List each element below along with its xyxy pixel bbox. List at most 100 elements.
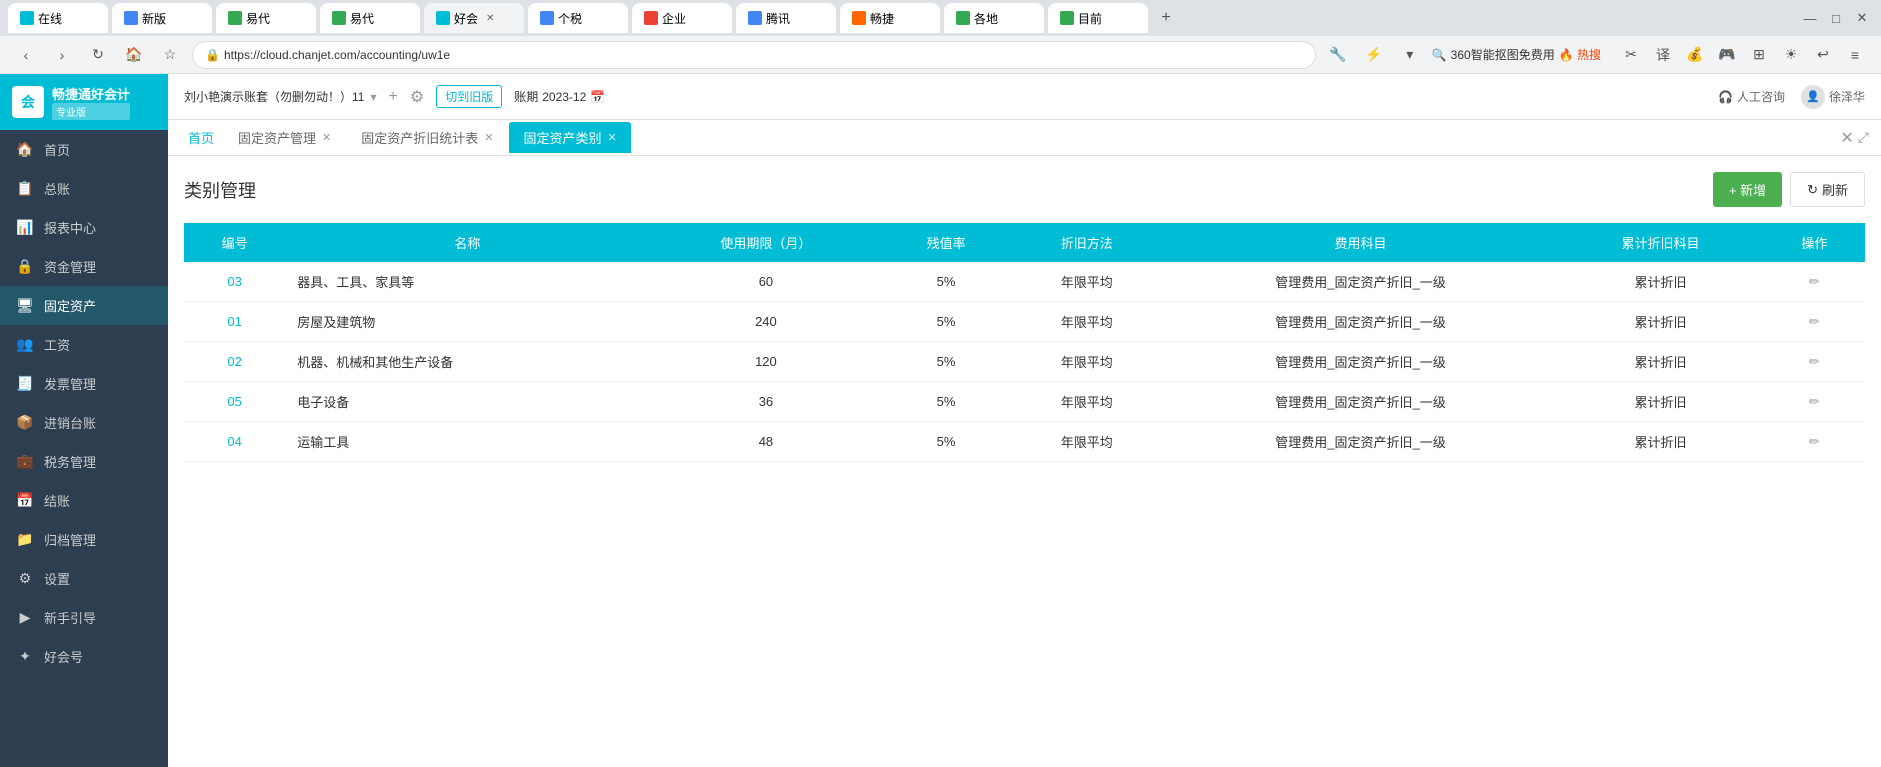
- table-container: 编号 名称 使用期限（月） 残值率 折旧方法 费用科目 累计折旧科目 操作: [184, 223, 1865, 462]
- cell-period-1: 240: [650, 302, 883, 342]
- tab-home-link[interactable]: 首页: [180, 122, 222, 153]
- sidebar-item-guide[interactable]: ▶ 新手引导: [0, 598, 168, 637]
- tab-fixed-assets-management[interactable]: 固定资产管理 ✕: [224, 122, 345, 153]
- menu-button[interactable]: ≡: [1841, 41, 1869, 69]
- refresh-button[interactable]: ↻ 刷新: [1790, 172, 1865, 207]
- user-avatar: 👤: [1801, 85, 1825, 109]
- calendar-icon[interactable]: 📅: [590, 90, 605, 104]
- sidebar-item-tax[interactable]: 💼 税务管理: [0, 442, 168, 481]
- dropdown-button[interactable]: ▾: [1396, 41, 1424, 69]
- sidebar-item-reports[interactable]: 📊 报表中心: [0, 208, 168, 247]
- cell-action-4[interactable]: ✏: [1764, 422, 1865, 462]
- cell-name-0: 器具、工具、家具等: [285, 262, 649, 302]
- wallet-icon[interactable]: 💰: [1681, 41, 1709, 69]
- tab-depreciation-table[interactable]: 固定资产折旧统计表 ✕: [347, 122, 507, 153]
- forward-button[interactable]: ›: [48, 41, 76, 69]
- sidebar-item-funds[interactable]: 🔒 资金管理: [0, 247, 168, 286]
- settings-gear-icon[interactable]: ⚙: [410, 87, 424, 107]
- sidebar-item-purchase[interactable]: 📦 进销台账: [0, 403, 168, 442]
- switch-version-button[interactable]: 切到旧版: [436, 85, 502, 108]
- lightning-button[interactable]: ⚡: [1360, 41, 1388, 69]
- sun-icon[interactable]: ☀: [1777, 41, 1805, 69]
- add-button[interactable]: + 新增: [1713, 172, 1782, 207]
- edit-icon-1[interactable]: ✏: [1809, 314, 1820, 329]
- dropdown-arrow[interactable]: ▾: [370, 90, 376, 104]
- close-button[interactable]: ✕: [1851, 7, 1873, 29]
- tab-yidai2[interactable]: 易代: [320, 3, 420, 33]
- tab-zaixin[interactable]: 在线: [8, 3, 108, 33]
- bookmark-button[interactable]: ☆: [156, 41, 184, 69]
- cell-action-1[interactable]: ✏: [1764, 302, 1865, 342]
- undo-icon[interactable]: ↩: [1809, 41, 1837, 69]
- invoice-icon: 🧾: [16, 375, 34, 393]
- sidebar-item-settings-label: 设置: [44, 569, 70, 588]
- edit-icon-3[interactable]: ✏: [1809, 394, 1820, 409]
- tab-muqian[interactable]: 目前: [1048, 3, 1148, 33]
- refresh-nav-button[interactable]: ↻: [84, 41, 112, 69]
- tab-label-tengxun: 腾讯: [766, 10, 790, 27]
- tab-haohui[interactable]: 好会 ✕: [424, 3, 524, 33]
- tab-depreciation-label: 固定资产折旧统计表: [361, 128, 478, 147]
- cell-residual-4: 5%: [882, 422, 1010, 462]
- sidebar-item-payroll[interactable]: 👥 工资: [0, 325, 168, 364]
- period-info: 账期 2023-12 📅: [514, 88, 605, 105]
- tab-qiye[interactable]: 企业: [632, 3, 732, 33]
- edit-icon-0[interactable]: ✏: [1809, 274, 1820, 289]
- cell-action-3[interactable]: ✏: [1764, 382, 1865, 422]
- edit-icon-4[interactable]: ✏: [1809, 434, 1820, 449]
- sidebar-item-payroll-label: 工资: [44, 335, 70, 354]
- game-icon[interactable]: 🎮: [1713, 41, 1741, 69]
- home-button[interactable]: 🏠: [120, 41, 148, 69]
- tab-geshui[interactable]: 个税: [528, 3, 628, 33]
- cell-action-2[interactable]: ✏: [1764, 342, 1865, 382]
- edit-icon-2[interactable]: ✏: [1809, 354, 1820, 369]
- tab-close-haohui[interactable]: ✕: [486, 13, 494, 24]
- col-header-period: 使用期限（月）: [650, 223, 883, 262]
- sidebar-item-fixed-assets[interactable]: 🖥 固定资产: [0, 286, 168, 325]
- refresh-label: 刷新: [1822, 180, 1848, 199]
- extensions-button[interactable]: 🔧: [1324, 41, 1352, 69]
- cell-name-2: 机器、机械和其他生产设备: [285, 342, 649, 382]
- sidebar-item-invoice[interactable]: 🧾 发票管理: [0, 364, 168, 403]
- search-label: 360智能抠图免费用: [1451, 46, 1555, 63]
- grid-icon[interactable]: ⊞: [1745, 41, 1773, 69]
- sidebar-item-archive[interactable]: 📁 归档管理: [0, 520, 168, 559]
- tab-label-yidai1: 易代: [246, 10, 270, 27]
- sidebar-item-home[interactable]: 🏠 首页: [0, 130, 168, 169]
- tab-xinban[interactable]: 新版: [112, 3, 212, 33]
- user-profile[interactable]: 👤 徐泽华: [1801, 85, 1865, 109]
- support-button[interactable]: 🎧 人工咨询: [1718, 88, 1785, 105]
- user-account-label: 刘小艳演示账套（勿删勿动！）11: [184, 88, 364, 105]
- cell-acc-dep-3: 累计折旧: [1557, 382, 1763, 422]
- close-inner-window[interactable]: ✕: [1840, 128, 1853, 148]
- tab-yidai1[interactable]: 易代: [216, 3, 316, 33]
- sidebar-item-guide-label: 新手引导: [44, 608, 96, 627]
- cell-action-0[interactable]: ✏: [1764, 262, 1865, 302]
- url-bar[interactable]: 🔒 https://cloud.chanjet.com/accounting/u…: [192, 41, 1316, 69]
- search-area[interactable]: 🔍 360智能抠图免费用 🔥 热搜: [1432, 46, 1601, 63]
- back-button[interactable]: ‹: [12, 41, 40, 69]
- tab-gedi[interactable]: 各地: [944, 3, 1044, 33]
- tab-close-depreciation[interactable]: ✕: [484, 131, 493, 144]
- tab-tengxun[interactable]: 腾讯: [736, 3, 836, 33]
- sidebar-item-haohuhao[interactable]: ✦ 好会号: [0, 637, 168, 676]
- minimize-button[interactable]: —: [1799, 7, 1821, 29]
- cell-code-0: 03: [184, 262, 285, 302]
- tab-label-changjie: 畅捷: [870, 10, 894, 27]
- sidebar-item-closing[interactable]: 📅 结账: [0, 481, 168, 520]
- expand-inner-window[interactable]: ⤢: [1858, 129, 1869, 146]
- scissors-icon[interactable]: ✂: [1617, 41, 1645, 69]
- sidebar-item-settings[interactable]: ⚙ 设置: [0, 559, 168, 598]
- tab-close-category[interactable]: ✕: [608, 131, 617, 144]
- tab-changjie[interactable]: 畅捷: [840, 3, 940, 33]
- new-tab-button[interactable]: +: [1152, 4, 1180, 32]
- add-account-button[interactable]: +: [389, 88, 398, 106]
- page-title: 类别管理: [184, 177, 256, 203]
- translate-icon[interactable]: 译: [1649, 41, 1677, 69]
- maximize-button[interactable]: □: [1825, 7, 1847, 29]
- sidebar-item-ledger[interactable]: 📋 总账: [0, 169, 168, 208]
- tab-close-fixed-assets[interactable]: ✕: [322, 131, 331, 144]
- tab-asset-category[interactable]: 固定资产类别 ✕: [509, 122, 630, 153]
- sidebar: 会 畅捷通好会计 专业版 🏠 首页 📋 总账 📊 报表中心 🔒 资金管理: [0, 74, 168, 767]
- cell-name-3: 电子设备: [285, 382, 649, 422]
